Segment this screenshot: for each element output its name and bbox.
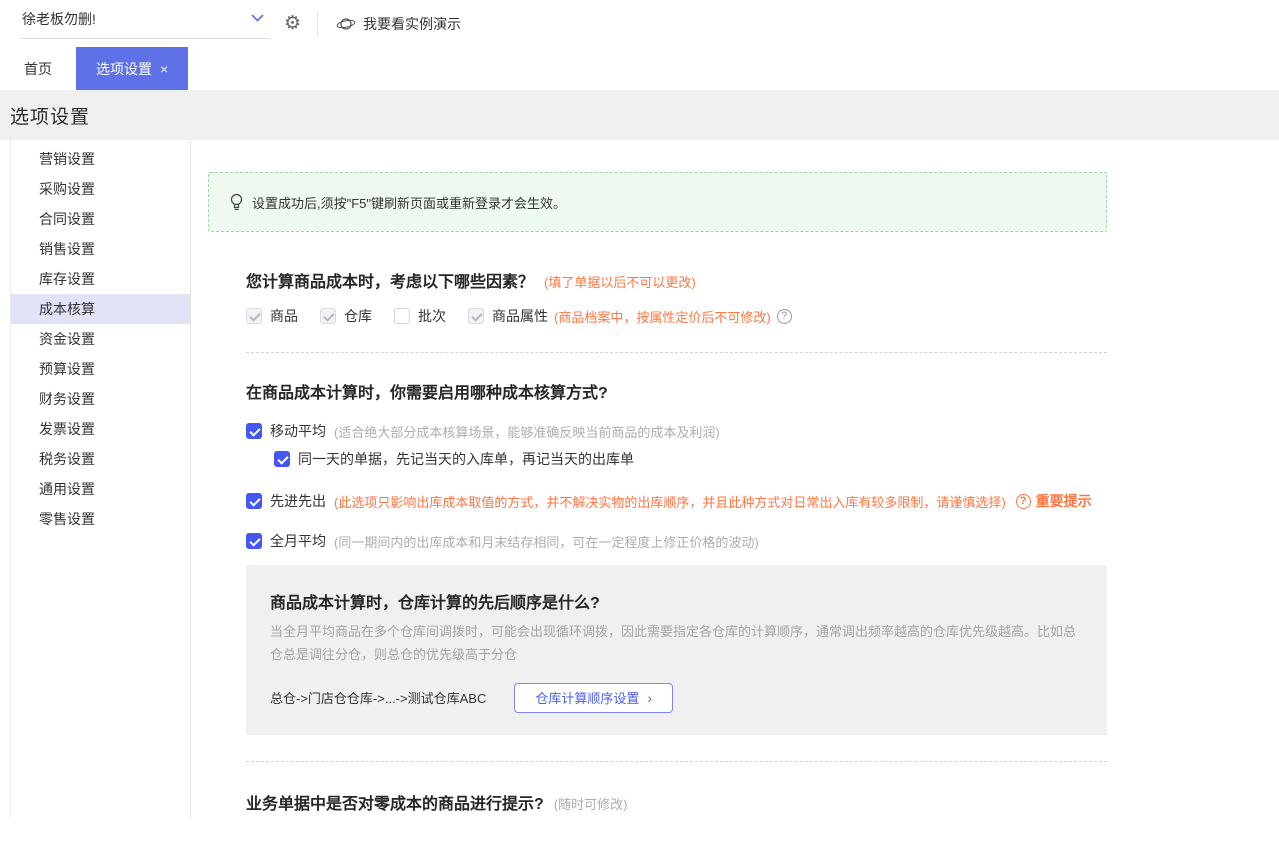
zero-cost-title: 业务单据中是否对零成本的商品进行提示? xyxy=(246,790,544,814)
warehouse-order-panel: 商品成本计算时，仓库计算的先后顺序是什么? 当全月平均商品在多个仓库间调拨时，可… xyxy=(246,565,1107,735)
option-monthly-average: 全月平均 (同一期间内的出库成本和月末结存相同，可在一定程度上修正价格的波动) xyxy=(246,531,1107,551)
success-alert: 设置成功后,须按"F5"键刷新页面或重新登录才会生效。 xyxy=(208,172,1107,232)
section-divider xyxy=(246,352,1107,353)
checkbox-product-label: 商品 xyxy=(270,306,298,326)
sidebar-item-invoice[interactable]: 发票设置 xyxy=(11,414,190,444)
checkbox-monthly-average[interactable] xyxy=(246,533,262,549)
same-day-label: 同一天的单据，先记当天的入库单，再记当天的出库单 xyxy=(298,449,634,469)
sidebar-item-inventory[interactable]: 库存设置 xyxy=(11,264,190,294)
costing-method-title: 在商品成本计算时，你需要启用哪种成本核算方式? xyxy=(246,379,608,403)
settings-content: 设置成功后,须按"F5"键刷新页面或重新登录才会生效。 您计算商品成本时，考虑以… xyxy=(191,140,1279,818)
tab-home[interactable]: 首页 xyxy=(0,47,76,90)
warehouse-order-current: 总仓->门店仓仓库->...->测试仓库ABC xyxy=(270,688,486,707)
section-divider xyxy=(246,761,1107,762)
tab-option-settings-label: 选项设置 xyxy=(96,59,152,79)
option-fifo: 先进先出 (此选项只影响出库成本取值的方式，并不解决实物的出库顺序，并且此种方式… xyxy=(246,491,1107,511)
account-select[interactable]: 徐老板勿删! xyxy=(20,9,270,39)
gear-icon[interactable]: ⚙ xyxy=(284,14,301,33)
top-bar: 徐老板勿删! ⚙ 我要看实例演示 xyxy=(0,0,1279,47)
topbar-divider xyxy=(317,11,318,37)
warning-question-icon[interactable] xyxy=(1016,494,1031,509)
fifo-note: (此选项只影响出库成本取值的方式，并不解决实物的出库顺序，并且此种方式对日常出入… xyxy=(334,492,1006,511)
checkbox-product-attr-note: (商品档案中，按属性定价后不可修改) xyxy=(554,307,771,326)
warehouse-order-settings-button[interactable]: 仓库计算顺序设置 › xyxy=(514,683,673,713)
cost-factors-note: (填了单据以后不可以更改) xyxy=(544,272,696,291)
bulb-icon xyxy=(229,193,244,212)
section-costing-method: 在商品成本计算时，你需要启用哪种成本核算方式? 移动平均 (适合绝大部分成本核算… xyxy=(246,379,1107,551)
tab-option-settings[interactable]: 选项设置 × xyxy=(76,47,188,90)
sidebar-item-funds[interactable]: 资金设置 xyxy=(11,324,190,354)
option-same-day: 同一天的单据，先记当天的入库单，再记当天的出库单 xyxy=(274,449,1107,469)
sidebar-item-budget[interactable]: 预算设置 xyxy=(11,354,190,384)
page-title: 选项设置 xyxy=(10,102,90,129)
moving-average-note: (适合绝大部分成本核算场景，能够准确反映当前商品的成本及利润) xyxy=(334,422,720,441)
checkbox-batch-label: 批次 xyxy=(418,306,446,326)
page-title-band: 选项设置 xyxy=(0,90,1279,140)
warehouse-order-settings-label: 仓库计算顺序设置 xyxy=(535,688,639,707)
checkbox-product[interactable] xyxy=(246,308,262,324)
cost-factors-title: 您计算商品成本时，考虑以下哪些因素？ xyxy=(246,268,534,292)
sidebar-item-purchase[interactable]: 采购设置 xyxy=(11,174,190,204)
demo-link-label: 我要看实例演示 xyxy=(363,14,461,34)
monthly-average-note: (同一期间内的出库成本和月末结存相同，可在一定程度上修正价格的波动) xyxy=(334,532,759,551)
tab-strip: 首页 选项设置 × xyxy=(0,47,1279,90)
option-moving-average: 移动平均 (适合绝大部分成本核算场景，能够准确反映当前商品的成本及利润) xyxy=(246,421,1107,441)
sidebar-item-tax[interactable]: 税务设置 xyxy=(11,444,190,474)
monthly-average-label: 全月平均 xyxy=(270,531,326,551)
fifo-label: 先进先出 xyxy=(270,491,326,511)
chevron-down-icon xyxy=(251,14,264,23)
chevron-right-icon: › xyxy=(647,691,652,705)
sidebar-item-cost-accounting[interactable]: 成本核算 xyxy=(11,294,190,324)
checkbox-product-attr-label: 商品属性 xyxy=(492,306,548,326)
checkbox-warehouse[interactable] xyxy=(320,308,336,324)
checkbox-batch[interactable] xyxy=(394,308,410,324)
tab-close-icon[interactable]: × xyxy=(160,61,168,77)
main-area: 营销设置 采购设置 合同设置 销售设置 库存设置 成本核算 资金设置 预算设置 … xyxy=(0,140,1279,818)
planet-icon xyxy=(336,16,356,32)
warehouse-order-title: 商品成本计算时，仓库计算的先后顺序是什么? xyxy=(270,589,1079,613)
cost-factors-checkbox-row: 商品 仓库 批次 商品属性 (商品档案中，按属性定价后不可修改) xyxy=(246,306,1107,326)
success-alert-text: 设置成功后,须按"F5"键刷新页面或重新登录才会生效。 xyxy=(252,193,566,212)
section-cost-factors: 您计算商品成本时，考虑以下哪些因素？ (填了单据以后不可以更改) 商品 仓库 批… xyxy=(246,268,1107,326)
tab-home-label: 首页 xyxy=(24,59,52,79)
demo-link[interactable]: 我要看实例演示 xyxy=(336,14,461,34)
checkbox-product-attr[interactable] xyxy=(468,308,484,324)
checkbox-moving-average[interactable] xyxy=(246,423,262,439)
account-select-value: 徐老板勿删! xyxy=(22,9,96,29)
checkbox-warehouse-label: 仓库 xyxy=(344,306,372,326)
section-zero-cost-prompt: 业务单据中是否对零成本的商品进行提示? (随时可修改) 在业务单据保存和审核时均… xyxy=(246,790,1107,819)
sidebar-item-retail[interactable]: 零售设置 xyxy=(11,504,190,534)
sidebar-item-sales[interactable]: 销售设置 xyxy=(11,234,190,264)
moving-average-label: 移动平均 xyxy=(270,421,326,441)
question-circle-icon[interactable] xyxy=(777,309,792,324)
important-warning-label: 重要提示 xyxy=(1036,491,1092,511)
settings-sidebar: 营销设置 采购设置 合同设置 销售设置 库存设置 成本核算 资金设置 预算设置 … xyxy=(10,140,191,818)
warehouse-order-row: 总仓->门店仓仓库->...->测试仓库ABC 仓库计算顺序设置 › xyxy=(270,683,1079,713)
sidebar-item-general[interactable]: 通用设置 xyxy=(11,474,190,504)
checkbox-same-day[interactable] xyxy=(274,451,290,467)
sidebar-item-contract[interactable]: 合同设置 xyxy=(11,204,190,234)
checkbox-fifo[interactable] xyxy=(246,493,262,509)
sidebar-item-marketing[interactable]: 营销设置 xyxy=(11,144,190,174)
sidebar-item-finance[interactable]: 财务设置 xyxy=(11,384,190,414)
zero-cost-note: (随时可修改) xyxy=(554,794,628,813)
warehouse-order-description: 当全月平均商品在多个仓库间调拨时，可能会出现循环调拨，因此需要指定各仓库的计算顺… xyxy=(270,621,1079,667)
